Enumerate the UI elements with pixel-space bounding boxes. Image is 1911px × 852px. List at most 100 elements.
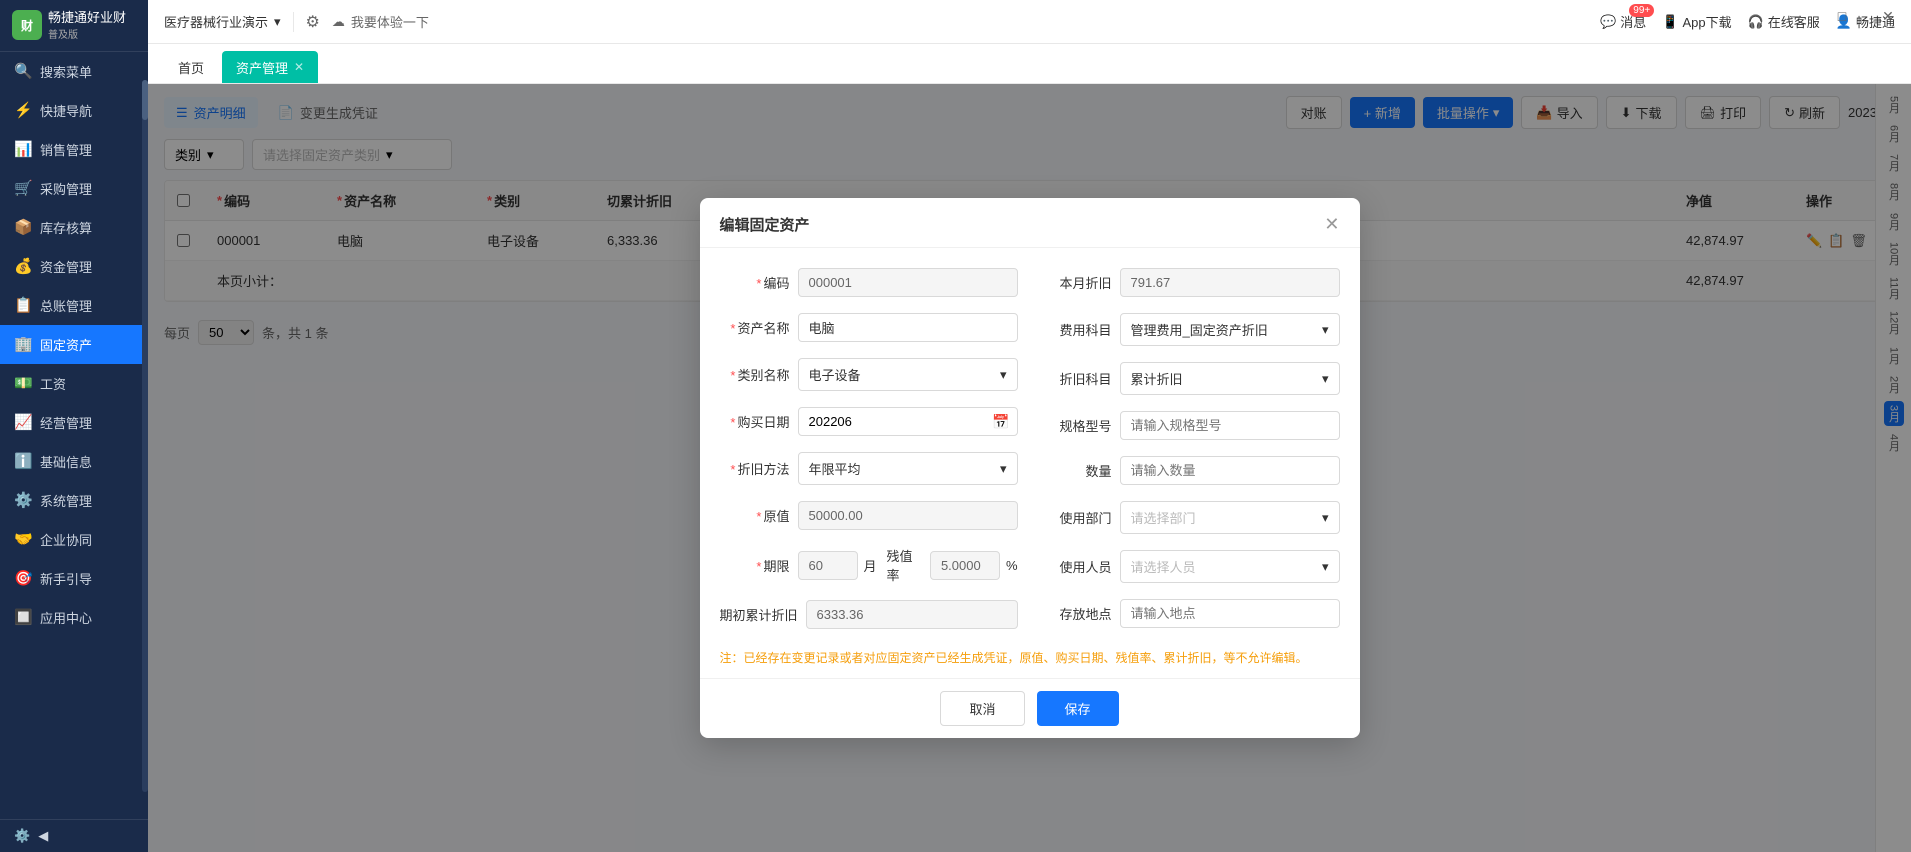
- expense-subject-label: 费用科目: [1042, 320, 1112, 339]
- save-button[interactable]: 保存: [1037, 691, 1119, 726]
- sidebar-item-system[interactable]: ⚙️ 系统管理: [0, 481, 148, 520]
- app-logo: 财 畅捷通好业财 普及版: [0, 0, 148, 52]
- tab-asset-management[interactable]: 资产管理 ✕: [222, 51, 318, 83]
- expense-subject-select[interactable]: 管理费用_固定资产折旧 ▾: [1120, 313, 1340, 346]
- sidebar-label-inventory: 库存核算: [40, 218, 92, 237]
- user-select[interactable]: 请选择人员 ▾: [1120, 550, 1340, 583]
- dialog-header: 编辑固定资产 ✕: [700, 198, 1360, 248]
- tab-home[interactable]: 首页: [164, 51, 218, 83]
- sidebar-item-sales[interactable]: 📊 销售管理: [0, 130, 148, 169]
- app-download-label: App下载: [1682, 12, 1731, 31]
- company-selector[interactable]: 医疗器械行业演示 ▾: [164, 12, 281, 31]
- edit-asset-dialog: 编辑固定资产 ✕ *编码: [700, 198, 1360, 738]
- settings-button[interactable]: ⚙: [306, 12, 320, 32]
- sidebar-icon-capital: 💰: [14, 257, 32, 275]
- quantity-input[interactable]: [1120, 456, 1340, 485]
- maximize-button[interactable]: □: [1819, 0, 1865, 32]
- chevron-down-icon: ▾: [1322, 510, 1329, 526]
- chevron-down-icon: ▾: [1322, 322, 1329, 338]
- app-download-button[interactable]: 📱 App下载: [1662, 12, 1731, 31]
- experience-button[interactable]: ☁ 我要体验一下: [332, 12, 429, 31]
- chevron-down-icon: ▾: [1322, 371, 1329, 387]
- purchase-date-input[interactable]: [798, 407, 1018, 436]
- sidebar-item-operations[interactable]: 📈 经营管理: [0, 403, 148, 442]
- sidebar-label-search: 搜索菜单: [40, 62, 92, 81]
- sidebar-label-ledger: 总账管理: [40, 296, 92, 315]
- depr-method-select[interactable]: 年限平均 ▾: [798, 452, 1018, 485]
- window-controls: ─ □ ✕: [1773, 0, 1911, 32]
- sidebar-item-search[interactable]: 🔍 搜索菜单: [0, 52, 148, 91]
- dialog-note: 注：已经存在变更记录或者对应固定资产已经生成凭证，原值、购买日期、残值率、累计折…: [700, 649, 1360, 678]
- code-input[interactable]: [798, 268, 1018, 297]
- tabs-bar: 首页 资产管理 ✕: [148, 44, 1911, 84]
- residual-rate-input[interactable]: [930, 551, 1000, 580]
- cancel-button[interactable]: 取消: [940, 691, 1024, 726]
- period-residual-form-row: *期限 月 残值率 %: [720, 546, 1018, 584]
- notification-icon: 💬: [1600, 14, 1616, 30]
- sidebar-label-operations: 经营管理: [40, 413, 92, 432]
- sidebar-item-fixed-assets[interactable]: 🏢 固定资产: [0, 325, 148, 364]
- location-input[interactable]: [1120, 599, 1340, 628]
- sidebar-item-quick-nav[interactable]: ⚡ 快捷导航: [0, 91, 148, 130]
- cloud-icon: ☁: [332, 14, 345, 30]
- depr-subject-select[interactable]: 累计折旧 ▾: [1120, 362, 1340, 395]
- sidebar-item-guide[interactable]: 🎯 新手引导: [0, 559, 148, 598]
- sidebar-icon-guide: 🎯: [14, 569, 32, 587]
- residual-rate-label: 残值率: [887, 546, 920, 584]
- sidebar-item-inventory[interactable]: 📦 库存核算: [0, 208, 148, 247]
- period-input[interactable]: [798, 551, 858, 580]
- notification-badge: 99+: [1629, 4, 1654, 17]
- depr-method-label: *折旧方法: [720, 459, 790, 478]
- sidebar-icon-fixed-assets: 🏢: [14, 335, 32, 353]
- original-value-form-row: *原值: [720, 501, 1018, 530]
- dialog-title: 编辑固定资产: [720, 214, 810, 235]
- close-button[interactable]: ✕: [1865, 0, 1911, 32]
- chevron-down-icon: ▾: [1322, 559, 1329, 575]
- topbar: 医疗器械行业演示 ▾ ⚙ ☁ 我要体验一下 💬 消息 99+ 📱 App下载 🎧…: [148, 0, 1911, 44]
- sidebar-item-basic-info[interactable]: ℹ️ 基础信息: [0, 442, 148, 481]
- sidebar-item-capital[interactable]: 💰 资金管理: [0, 247, 148, 286]
- tab-close-icon[interactable]: ✕: [294, 60, 304, 74]
- monthly-depr-label: 本月折旧: [1042, 273, 1112, 292]
- dialog-footer: 取消 保存: [700, 678, 1360, 738]
- app-name: 畅捷通好业财: [48, 10, 126, 26]
- sidebar-settings-item[interactable]: ⚙️ ◀: [14, 828, 134, 844]
- expense-subject-form-row: 费用科目 管理费用_固定资产折旧 ▾: [1042, 313, 1340, 346]
- sidebar-label-capital: 资金管理: [40, 257, 92, 276]
- sidebar-item-payroll[interactable]: 💵 工资: [0, 364, 148, 403]
- original-value-input[interactable]: [798, 501, 1018, 530]
- sidebar-icon-payroll: 💵: [14, 374, 32, 392]
- sidebar-item-enterprise[interactable]: 🤝 企业协同: [0, 520, 148, 559]
- spec-input[interactable]: [1120, 411, 1340, 440]
- dialog-overlay: 编辑固定资产 ✕ *编码: [148, 84, 1911, 852]
- chevron-down-icon: ▾: [1000, 367, 1007, 383]
- sidebar-item-ledger[interactable]: 📋 总账管理: [0, 286, 148, 325]
- calendar-icon: 📅: [992, 413, 1009, 430]
- user-field-label: 使用人员: [1042, 557, 1112, 576]
- app-edition: 普及版: [48, 26, 126, 41]
- sidebar: 财 畅捷通好业财 普及版 🔍 搜索菜单 ⚡ 快捷导航 📊 销售管理 🛒 采购管理…: [0, 0, 148, 852]
- purchase-date-field: 📅: [798, 407, 1018, 436]
- sidebar-label-purchase: 采购管理: [40, 179, 92, 198]
- quantity-label: 数量: [1042, 461, 1112, 480]
- experience-label: 我要体验一下: [351, 12, 429, 31]
- asset-name-input[interactable]: [798, 313, 1018, 342]
- minimize-button[interactable]: ─: [1773, 0, 1819, 32]
- category-select[interactable]: 电子设备 ▾: [798, 358, 1018, 391]
- initial-accum-label: 期初累计折旧: [720, 605, 798, 624]
- purchase-date-label: *购买日期: [720, 412, 790, 431]
- dialog-close-button[interactable]: ✕: [1324, 214, 1339, 235]
- headset-icon: 🎧: [1748, 14, 1764, 30]
- sidebar-item-app-center[interactable]: 🔲 应用中心: [0, 598, 148, 637]
- spec-form-row: 规格型号: [1042, 411, 1340, 440]
- sidebar-icon-operations: 📈: [14, 413, 32, 431]
- sidebar-label-quick-nav: 快捷导航: [40, 101, 92, 120]
- department-select[interactable]: 请选择部门 ▾: [1120, 501, 1340, 534]
- location-label: 存放地点: [1042, 604, 1112, 623]
- depr-subject-form-row: 折旧科目 累计折旧 ▾: [1042, 362, 1340, 395]
- collapse-icon: ◀: [38, 828, 48, 844]
- sidebar-item-purchase[interactable]: 🛒 采购管理: [0, 169, 148, 208]
- logo-icon: 财: [12, 10, 42, 40]
- notification-button[interactable]: 💬 消息 99+: [1600, 12, 1646, 31]
- company-name: 医疗器械行业演示: [164, 12, 268, 31]
